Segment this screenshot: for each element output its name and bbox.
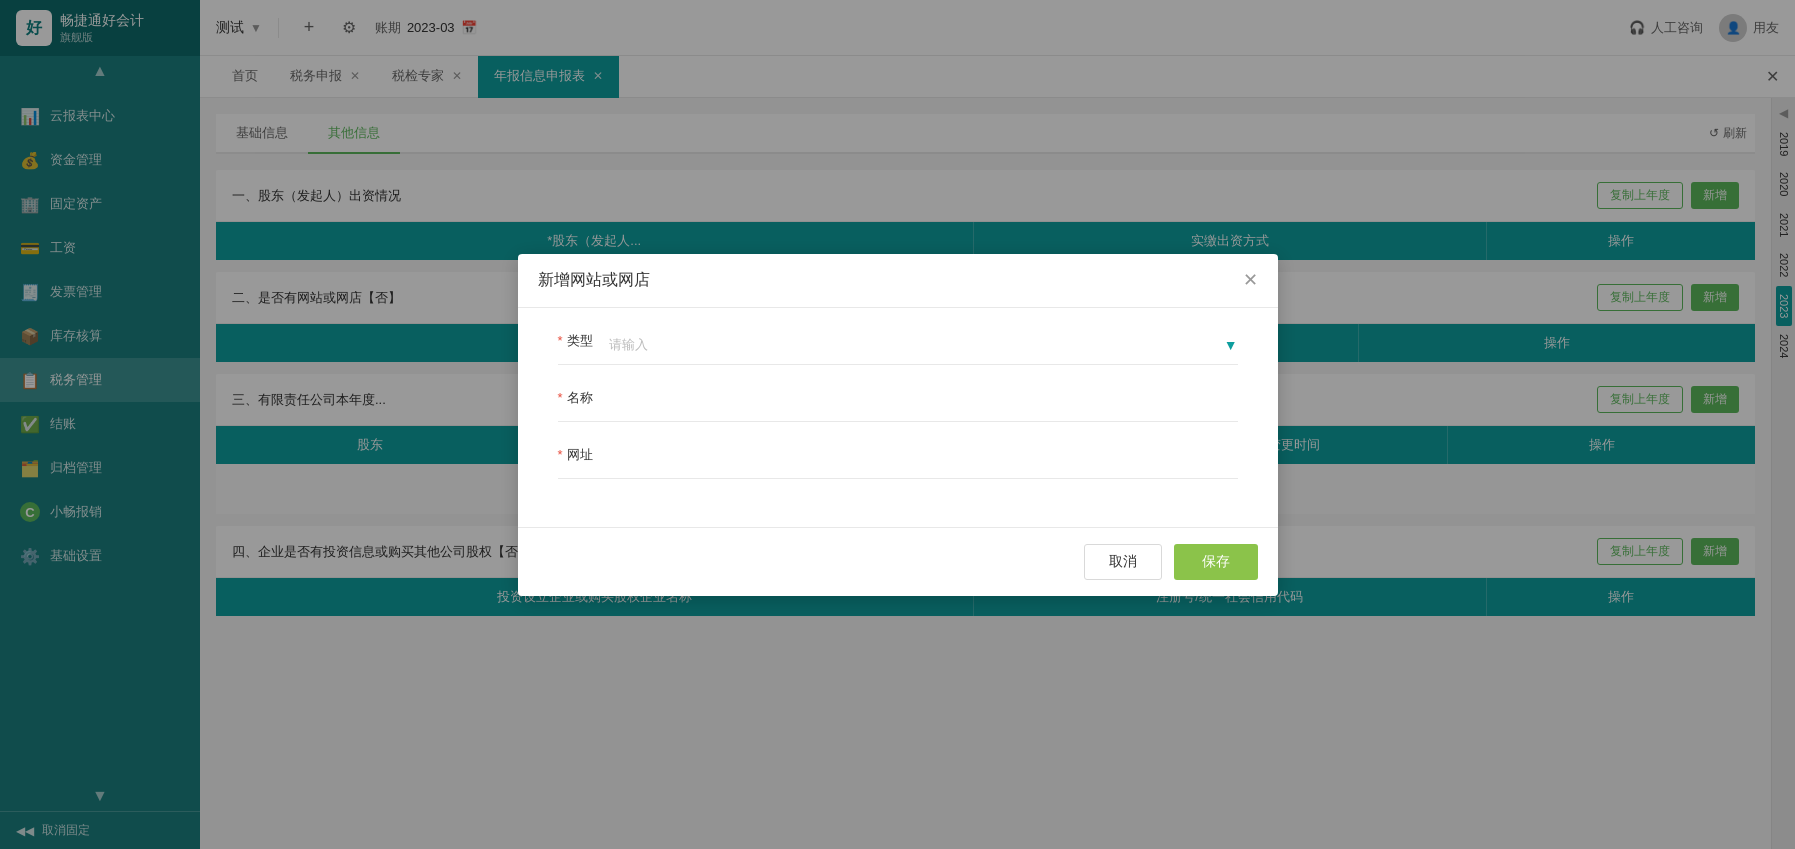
- modal-body: * 类型 ▼ * 名称: [518, 308, 1278, 527]
- modal-add-website: 新增网站或网店 ✕ * 类型 ▼ * 名: [518, 254, 1278, 596]
- type-input-row: * 类型 ▼: [558, 332, 1238, 365]
- form-field-url: * 网址: [558, 446, 1238, 479]
- url-input[interactable]: [609, 451, 1238, 466]
- save-button[interactable]: 保存: [1174, 544, 1258, 580]
- form-field-name: * 名称: [558, 389, 1238, 422]
- url-label: * 网址: [558, 446, 593, 464]
- modal-close-btn[interactable]: ✕: [1243, 271, 1258, 289]
- name-input[interactable]: [609, 394, 1238, 409]
- type-dropdown-icon[interactable]: ▼: [1224, 337, 1238, 353]
- modal-header: 新增网站或网店 ✕: [518, 254, 1278, 308]
- type-label: * 类型: [558, 332, 593, 350]
- name-input-row: * 名称: [558, 389, 1238, 422]
- type-input[interactable]: [609, 337, 1224, 352]
- form-field-type: * 类型 ▼: [558, 332, 1238, 365]
- cancel-button[interactable]: 取消: [1084, 544, 1162, 580]
- modal-overlay[interactable]: 新增网站或网店 ✕ * 类型 ▼ * 名: [0, 0, 1795, 849]
- modal-title: 新增网站或网店: [538, 270, 650, 291]
- url-input-row: * 网址: [558, 446, 1238, 479]
- modal-footer: 取消 保存: [518, 527, 1278, 596]
- name-label: * 名称: [558, 389, 593, 407]
